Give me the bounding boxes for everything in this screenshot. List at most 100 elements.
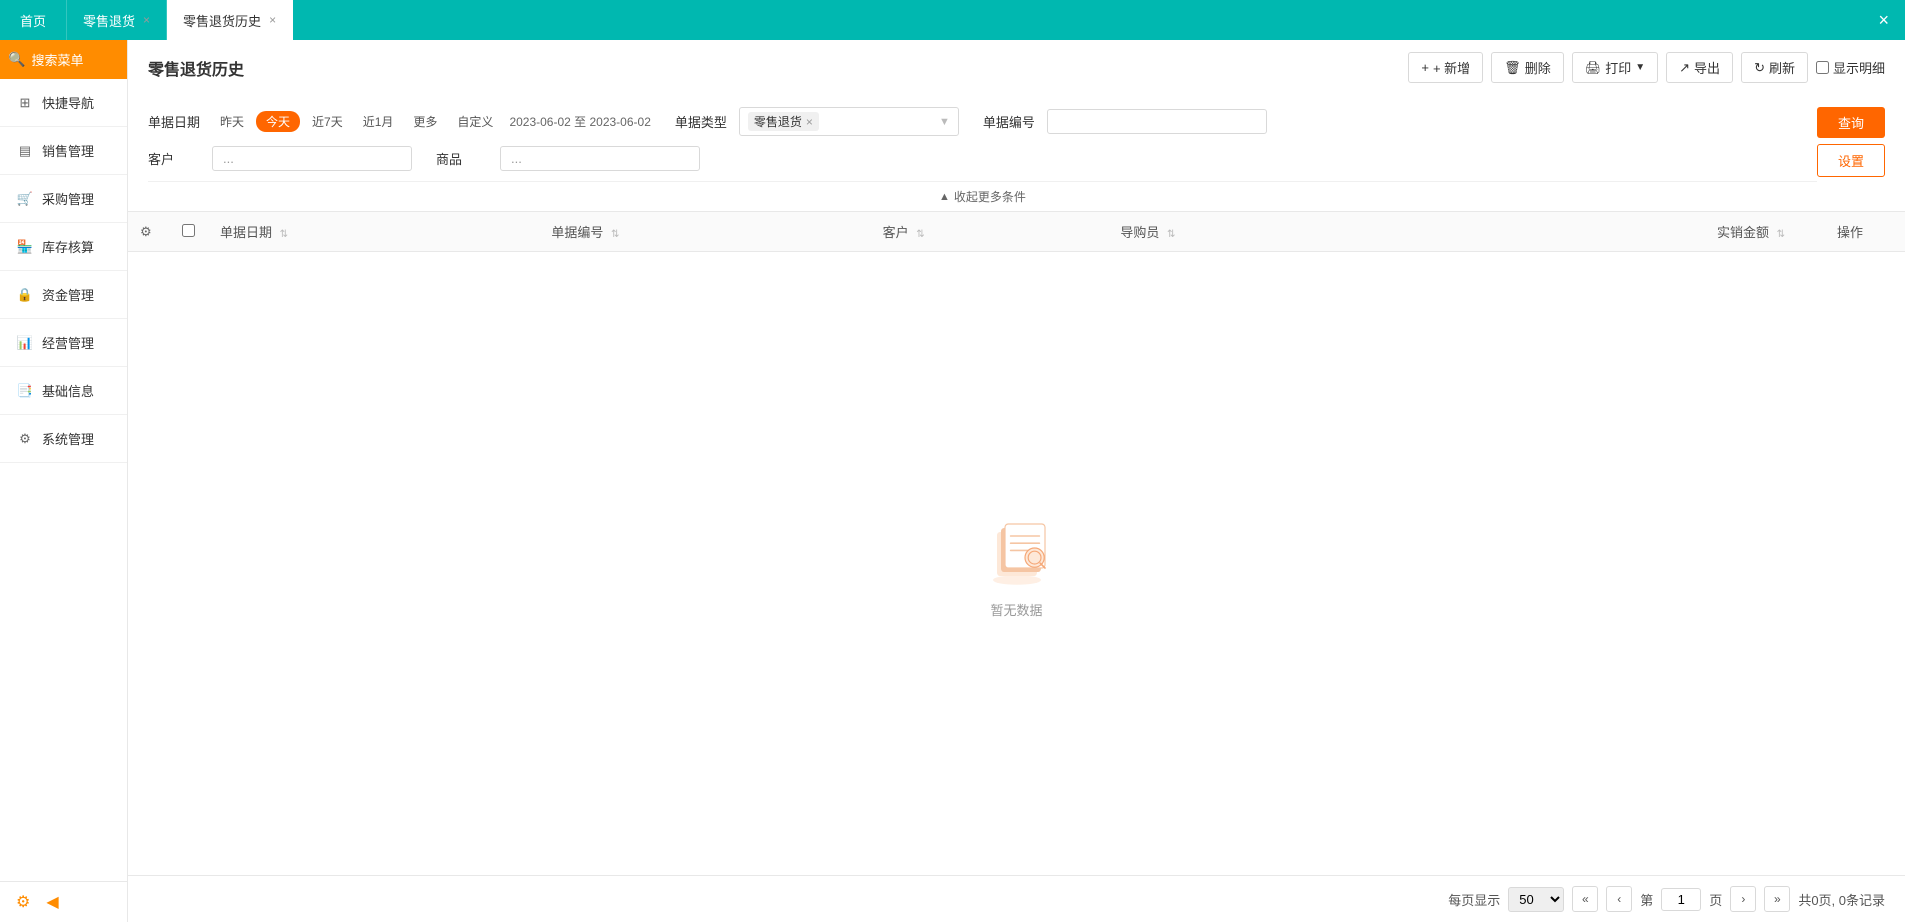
window-close-button[interactable]: ×: [1862, 10, 1905, 31]
empty-icon: [977, 508, 1057, 588]
per-page-select[interactable]: 50 10 20 100: [1508, 887, 1564, 912]
system-icon: ⚙: [16, 430, 34, 448]
sidebar-search-label: 搜索菜单: [31, 50, 83, 69]
sidebar-item-system[interactable]: ⚙ 系统管理: [0, 415, 127, 463]
collapse-more-conditions[interactable]: ▲ 收起更多条件: [148, 181, 1817, 211]
date-buttons: 昨天 今天 近7天 近1月 更多 自定义 2023-06-02 至 2023-0…: [212, 111, 651, 132]
finance-icon: 🔒: [16, 286, 34, 304]
amount-sort-icon[interactable]: ⇅: [1777, 229, 1785, 240]
settings-gear-icon[interactable]: ⚙: [16, 892, 30, 912]
date-btn-7days[interactable]: 近7天: [304, 111, 351, 132]
sidebar-item-basic-info-label: 基础信息: [42, 381, 94, 400]
th-checkbox: [168, 212, 208, 252]
date-btn-today[interactable]: 今天: [256, 111, 300, 132]
empty-text: 暂无数据: [990, 600, 1042, 619]
select-all-checkbox[interactable]: [182, 224, 195, 237]
page-header: 零售退货历史 + + 新增 🗑 删除 🖨 打印 ▼: [128, 40, 1905, 212]
date-sort-icon[interactable]: ⇅: [280, 229, 288, 240]
date-btn-1month[interactable]: 近1月: [355, 111, 402, 132]
filter-row-1: 单据日期 昨天 今天 近7天 近1月 更多 自定义 2023-06-02 至 2…: [148, 107, 1817, 136]
column-settings-icon[interactable]: ⚙: [140, 224, 152, 239]
delete-button[interactable]: 🗑 删除: [1491, 52, 1564, 83]
docnum-sort-icon[interactable]: ⇅: [611, 229, 619, 240]
refresh-button-label: 刷新: [1769, 58, 1795, 77]
date-btn-more[interactable]: 更多: [405, 111, 445, 132]
goods-filter-label: 商品: [436, 149, 492, 168]
sidebar-item-finance-label: 资金管理: [42, 285, 94, 304]
table-area: ⚙ 单据日期 ⇅ 单据编号 ⇅: [128, 212, 1905, 875]
th-doc-num-label: 单据编号: [551, 225, 603, 240]
customer-select-btn[interactable]: ...: [212, 146, 412, 171]
date-btn-yesterday[interactable]: 昨天: [212, 111, 252, 132]
pagination: 每页显示 50 10 20 100 « ‹ 第 页 › » 共0页, 0条记录: [128, 875, 1905, 922]
filter-actions: 查询 设置: [1817, 107, 1885, 189]
filter-area: 单据日期 昨天 今天 近7天 近1月 更多 自定义 2023-06-02 至 2…: [148, 95, 1885, 211]
guide-sort-icon[interactable]: ⇅: [1167, 229, 1175, 240]
new-button[interactable]: + + 新增: [1408, 52, 1483, 83]
goods-select-btn[interactable]: ...: [500, 146, 700, 171]
th-date: 单据日期 ⇅: [208, 212, 539, 252]
tab-retail-return[interactable]: 零售退货 ×: [67, 0, 167, 40]
customer-sort-icon[interactable]: ⇅: [916, 229, 924, 240]
type-select[interactable]: 零售退货 × ▼: [739, 107, 959, 136]
docnum-input[interactable]: [1047, 109, 1267, 134]
export-button[interactable]: ↗ 导出: [1666, 52, 1733, 83]
th-amount-label: 实销金额: [1717, 225, 1769, 240]
sidebar-item-system-label: 系统管理: [42, 429, 94, 448]
sidebar-item-operations-label: 经营管理: [42, 333, 94, 352]
search-icon: 🔍: [8, 51, 25, 68]
query-button[interactable]: 查询: [1817, 107, 1885, 138]
prev-page-button[interactable]: ‹: [1606, 886, 1632, 912]
tab-retail-return-close[interactable]: ×: [143, 13, 150, 27]
show-detail-checkbox[interactable]: [1816, 61, 1829, 74]
print-dropdown-icon: ▼: [1635, 62, 1645, 73]
sidebar-item-quick-nav[interactable]: ⊞ 快捷导航: [0, 79, 127, 127]
next-page-button[interactable]: ›: [1730, 886, 1756, 912]
purchase-icon: 🛒: [16, 190, 34, 208]
filter-settings-button[interactable]: 设置: [1817, 144, 1885, 177]
th-customer: 客户 ⇅: [871, 212, 1109, 252]
type-tag-close[interactable]: ×: [806, 115, 813, 129]
tab-retail-return-history-close[interactable]: ×: [269, 13, 276, 27]
delete-button-label: 删除: [1525, 58, 1551, 77]
type-tag: 零售退货 ×: [748, 112, 819, 131]
th-date-label: 单据日期: [220, 225, 272, 240]
quick-nav-icon: ⊞: [16, 94, 34, 112]
tab-retail-return-history[interactable]: 零售退货历史 ×: [167, 0, 293, 40]
show-detail-checkbox-label[interactable]: 显示明细: [1816, 58, 1885, 77]
tab-retail-return-label: 零售退货: [83, 11, 135, 30]
print-button-label: 打印: [1605, 58, 1631, 77]
type-tag-value: 零售退货: [754, 113, 802, 130]
refresh-icon: ↻: [1754, 60, 1765, 76]
filter-type-item: 单据类型 零售退货 × ▼: [675, 107, 959, 136]
last-page-button[interactable]: »: [1764, 886, 1790, 912]
page-unit-label: 页: [1709, 890, 1722, 909]
delete-icon: 🗑: [1504, 60, 1521, 76]
date-filter-label: 单据日期: [148, 112, 204, 131]
sidebar-item-operations[interactable]: 📊 经营管理: [0, 319, 127, 367]
sidebar-search[interactable]: 🔍 搜索菜单: [0, 40, 127, 79]
filter-date-item: 单据日期 昨天 今天 近7天 近1月 更多 自定义 2023-06-02 至 2…: [148, 111, 651, 132]
th-guide: 导购员 ⇅: [1108, 212, 1393, 252]
collapse-sidebar-icon[interactable]: ◀: [46, 892, 58, 912]
sidebar-item-finance[interactable]: 🔒 资金管理: [0, 271, 127, 319]
page-number-input[interactable]: [1661, 888, 1701, 911]
tab-home[interactable]: 首页: [0, 0, 67, 40]
date-range-display: 2023-06-02 至 2023-06-02: [509, 113, 650, 130]
total-records-label: 共0页, 0条记录: [1798, 890, 1885, 909]
operations-icon: 📊: [16, 334, 34, 352]
sidebar-item-purchase-mgmt[interactable]: 🛒 采购管理: [0, 175, 127, 223]
sidebar-item-sales-mgmt[interactable]: ▤ 销售管理: [0, 127, 127, 175]
refresh-button[interactable]: ↻ 刷新: [1741, 52, 1808, 83]
content-area: 零售退货历史 + + 新增 🗑 删除 🖨 打印 ▼: [128, 40, 1905, 922]
print-button[interactable]: 🖨 打印 ▼: [1572, 52, 1658, 83]
sidebar-item-basic-info[interactable]: 📑 基础信息: [0, 367, 127, 415]
type-filter-label: 单据类型: [675, 112, 731, 131]
data-table: ⚙ 单据日期 ⇅ 单据编号 ⇅: [128, 212, 1905, 252]
tab-home-label: 首页: [20, 11, 46, 30]
sidebar: 🔍 搜索菜单 ⊞ 快捷导航 ▤ 销售管理 🛒 采购管理 🏪 库存核算 🔒 资金管…: [0, 40, 128, 922]
sidebar-item-inventory[interactable]: 🏪 库存核算: [0, 223, 127, 271]
inventory-icon: 🏪: [16, 238, 34, 256]
first-page-button[interactable]: «: [1572, 886, 1598, 912]
date-btn-custom[interactable]: 自定义: [449, 111, 501, 132]
